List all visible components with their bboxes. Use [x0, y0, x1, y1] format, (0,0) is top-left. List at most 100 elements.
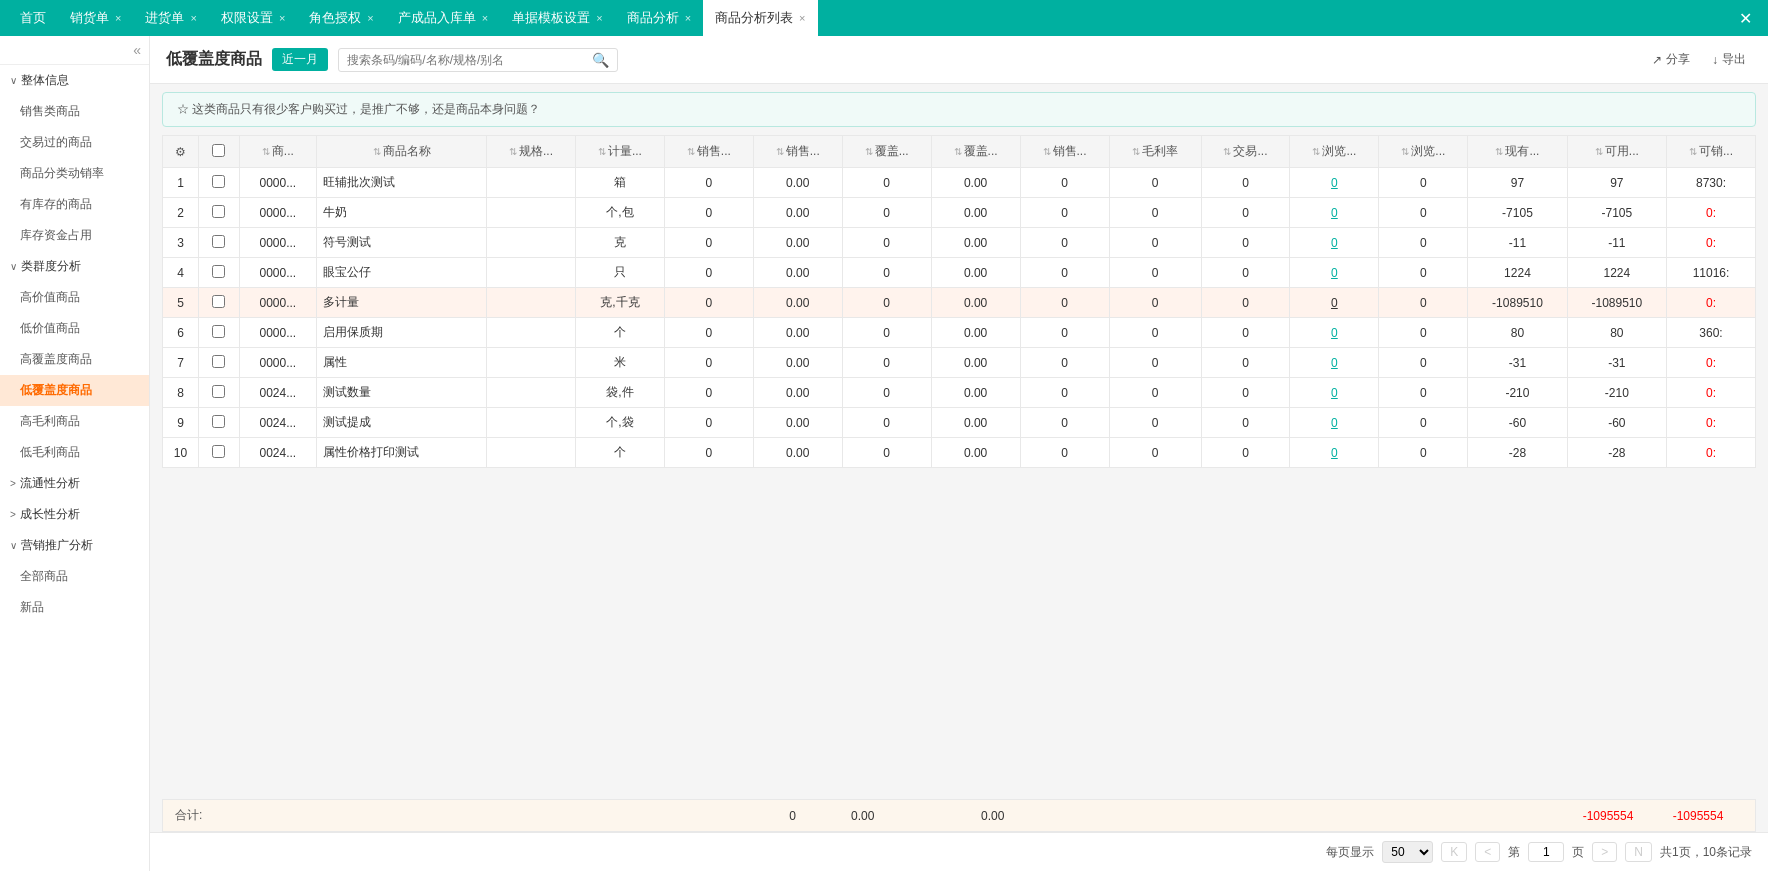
close-icon[interactable]: ×: [799, 12, 805, 24]
page-input[interactable]: [1528, 842, 1564, 862]
sidebar-section-growth[interactable]: > 成长性分析: [0, 499, 149, 530]
export-button[interactable]: ↓ 导出: [1706, 48, 1752, 71]
close-icon[interactable]: ×: [367, 12, 373, 24]
column-sales-qty[interactable]: 销售...: [664, 136, 753, 168]
row-browse1[interactable]: 0: [1290, 258, 1379, 288]
nav-home[interactable]: 首页: [8, 0, 58, 36]
row-select-checkbox[interactable]: [212, 265, 225, 278]
window-close-button[interactable]: ✕: [1731, 9, 1760, 28]
row-select-checkbox[interactable]: [212, 205, 225, 218]
row-checkbox[interactable]: [199, 318, 240, 348]
row-select-checkbox[interactable]: [212, 325, 225, 338]
row-checkbox[interactable]: [199, 198, 240, 228]
column-spec[interactable]: 规格...: [487, 136, 576, 168]
column-browse1[interactable]: 浏览...: [1290, 136, 1379, 168]
column-code[interactable]: 商...: [239, 136, 317, 168]
nav-sales-order[interactable]: 销货单 ×: [58, 0, 133, 36]
column-available[interactable]: 可用...: [1567, 136, 1666, 168]
row-browse1[interactable]: 0: [1290, 288, 1379, 318]
nav-product-analysis[interactable]: 商品分析 ×: [615, 0, 703, 36]
close-icon[interactable]: ×: [115, 12, 121, 24]
sidebar-item-traded-products[interactable]: 交易过的商品: [0, 127, 149, 158]
column-coverage2[interactable]: 覆盖...: [931, 136, 1020, 168]
prev-page-button[interactable]: <: [1475, 842, 1500, 862]
row-checkbox[interactable]: [199, 438, 240, 468]
row-select-checkbox[interactable]: [212, 235, 225, 248]
nav-permissions[interactable]: 权限设置 ×: [209, 0, 297, 36]
row-checkbox[interactable]: [199, 288, 240, 318]
row-browse1[interactable]: 0: [1290, 378, 1379, 408]
nav-purchase-order[interactable]: 进货单 ×: [133, 0, 208, 36]
close-icon[interactable]: ×: [482, 12, 488, 24]
sidebar-item-category-sales-rate[interactable]: 商品分类动销率: [0, 158, 149, 189]
close-icon[interactable]: ×: [190, 12, 196, 24]
row-checkbox[interactable]: [199, 348, 240, 378]
sidebar-item-high-coverage[interactable]: 高覆盖度商品: [0, 344, 149, 375]
row-select-checkbox[interactable]: [212, 355, 225, 368]
sidebar-item-low-value[interactable]: 低价值商品: [0, 313, 149, 344]
sidebar-section-liquidity[interactable]: > 流通性分析: [0, 468, 149, 499]
row-browse1[interactable]: 0: [1290, 318, 1379, 348]
row-select-checkbox[interactable]: [212, 175, 225, 188]
row-select-checkbox[interactable]: [212, 415, 225, 428]
row-checkbox[interactable]: [199, 258, 240, 288]
row-sales-qty: 0: [664, 318, 753, 348]
row-spec: [487, 168, 576, 198]
sidebar-item-low-coverage[interactable]: 低覆盖度商品: [0, 375, 149, 406]
close-icon[interactable]: ×: [596, 12, 602, 24]
sidebar-section-cluster[interactable]: ∨ 类群度分析: [0, 251, 149, 282]
sidebar-item-high-value[interactable]: 高价值商品: [0, 282, 149, 313]
column-sellable[interactable]: 可销...: [1667, 136, 1756, 168]
sidebar-section-marketing[interactable]: ∨ 营销推广分析: [0, 530, 149, 561]
row-unit: 个: [575, 318, 664, 348]
row-browse1[interactable]: 0: [1290, 408, 1379, 438]
data-table-container[interactable]: ⚙ 商... 商品名称 规格... 计量... 销售... 销售... 覆盖..…: [150, 135, 1768, 799]
nav-product-analysis-list[interactable]: 商品分析列表 ×: [703, 0, 817, 36]
last-page-button[interactable]: N: [1625, 842, 1652, 862]
sidebar-section-overview[interactable]: ∨ 整体信息: [0, 65, 149, 96]
share-button[interactable]: ↗ 分享: [1646, 48, 1696, 71]
sidebar-item-low-margin[interactable]: 低毛利商品: [0, 437, 149, 468]
period-button[interactable]: 近一月: [272, 48, 328, 71]
row-checkbox[interactable]: [199, 228, 240, 258]
row-checkbox[interactable]: [199, 408, 240, 438]
nav-template-settings[interactable]: 单据模板设置 ×: [500, 0, 614, 36]
column-trans[interactable]: 交易...: [1201, 136, 1290, 168]
search-input[interactable]: [347, 53, 592, 67]
column-unit[interactable]: 计量...: [575, 136, 664, 168]
column-name[interactable]: 商品名称: [317, 136, 487, 168]
column-browse2[interactable]: 浏览...: [1379, 136, 1468, 168]
sidebar-item-high-margin[interactable]: 高毛利商品: [0, 406, 149, 437]
first-page-button[interactable]: K: [1441, 842, 1467, 862]
row-browse1[interactable]: 0: [1290, 198, 1379, 228]
row-select-checkbox[interactable]: [212, 295, 225, 308]
column-settings[interactable]: ⚙: [163, 136, 199, 168]
row-select-checkbox[interactable]: [212, 445, 225, 458]
column-gross-rate[interactable]: 毛利率: [1109, 136, 1201, 168]
sidebar-item-all-products[interactable]: 全部商品: [0, 561, 149, 592]
sidebar-item-in-stock-products[interactable]: 有库存的商品: [0, 189, 149, 220]
row-checkbox[interactable]: [199, 378, 240, 408]
nav-finished-goods[interactable]: 产成品入库单 ×: [386, 0, 500, 36]
nav-role-auth[interactable]: 角色授权 ×: [297, 0, 385, 36]
column-coverage1[interactable]: 覆盖...: [842, 136, 931, 168]
row-browse1[interactable]: 0: [1290, 348, 1379, 378]
close-icon[interactable]: ×: [685, 12, 691, 24]
column-stock[interactable]: 现有...: [1468, 136, 1567, 168]
page-size-select[interactable]: 50 20 100 200: [1382, 841, 1433, 863]
row-browse1[interactable]: 0: [1290, 438, 1379, 468]
row-browse1[interactable]: 0: [1290, 168, 1379, 198]
column-sales-amt[interactable]: 销售...: [753, 136, 842, 168]
sidebar-item-new-products[interactable]: 新品: [0, 592, 149, 623]
row-select-checkbox[interactable]: [212, 385, 225, 398]
close-icon[interactable]: ×: [279, 12, 285, 24]
row-browse2: 0: [1379, 348, 1468, 378]
sidebar-item-sales-products[interactable]: 销售类商品: [0, 96, 149, 127]
sidebar-item-inventory-capital[interactable]: 库存资金占用: [0, 220, 149, 251]
select-all-checkbox[interactable]: [212, 144, 225, 157]
sidebar-collapse-button[interactable]: «: [0, 36, 149, 65]
next-page-button[interactable]: >: [1592, 842, 1617, 862]
row-browse1[interactable]: 0: [1290, 228, 1379, 258]
row-checkbox[interactable]: [199, 168, 240, 198]
column-sales-val[interactable]: 销售...: [1020, 136, 1109, 168]
